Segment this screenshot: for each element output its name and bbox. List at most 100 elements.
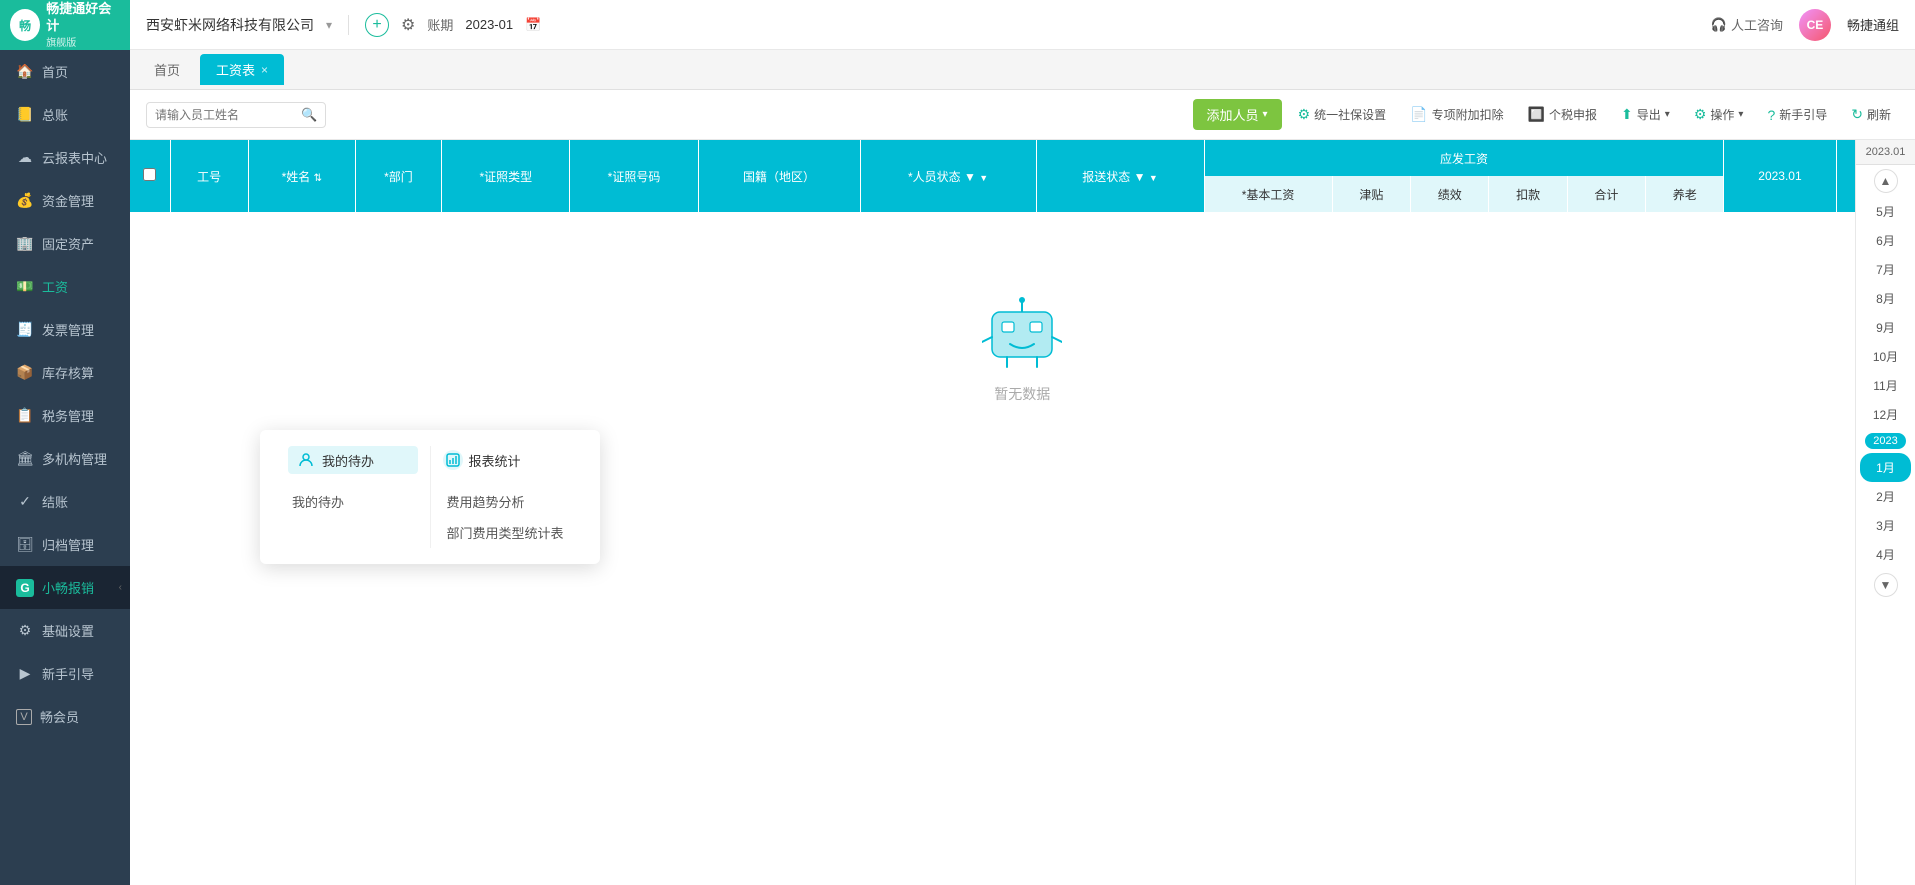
social-insurance-button[interactable]: ⚙ 统一社保设置 bbox=[1290, 102, 1395, 127]
export-label: 导出 bbox=[1637, 106, 1661, 123]
search-input[interactable] bbox=[155, 108, 295, 122]
sidebar-item-archive[interactable]: 🗄 归档管理 bbox=[0, 523, 130, 566]
personal-tax-button[interactable]: 🔲 个税申报 bbox=[1520, 102, 1605, 127]
closing-icon: ✓ bbox=[16, 493, 34, 511]
period-value: 2023-01 bbox=[465, 17, 513, 32]
sidebar-item-ledger[interactable]: 📒 总账 bbox=[0, 93, 130, 136]
salary-icon: 💵 bbox=[16, 278, 34, 296]
tab-home[interactable]: 首页 bbox=[138, 54, 196, 85]
month-panel-header: 2023.01 bbox=[1856, 140, 1915, 165]
fund-icon: 💰 bbox=[16, 192, 34, 210]
bonus-header: 绩效 bbox=[1411, 176, 1489, 212]
settings-icon: ⚙ bbox=[16, 622, 34, 640]
submenu-report-label: 报表统计 bbox=[469, 451, 521, 470]
app-subtitle: 旗舰版 bbox=[46, 34, 120, 49]
sidebar-item-fund[interactable]: 💰 资金管理 bbox=[0, 179, 130, 222]
dept-header[interactable]: *部门 bbox=[355, 140, 441, 212]
calendar-icon[interactable]: 📅 bbox=[525, 17, 541, 33]
sidebar-item-salary[interactable]: 💵 工资 bbox=[0, 265, 130, 308]
export-dropdown-icon: ▾ bbox=[1665, 109, 1670, 120]
export-button[interactable]: ⬆ 导出 ▾ bbox=[1613, 102, 1678, 127]
archive-icon: 🗄 bbox=[16, 536, 34, 554]
customer-service-button[interactable]: 🎧 人工咨询 bbox=[1711, 15, 1783, 34]
month-item-7[interactable]: 7月 bbox=[1856, 255, 1915, 284]
month-item-2[interactable]: 2月 bbox=[1856, 482, 1915, 511]
submenu-item-cost-trend[interactable]: 费用趋势分析 bbox=[443, 486, 573, 517]
tab-close-button[interactable]: × bbox=[261, 63, 268, 77]
checkbox-header[interactable] bbox=[130, 140, 170, 212]
month-item-9[interactable]: 9月 bbox=[1856, 313, 1915, 342]
tab-salary-label: 工资表 bbox=[216, 60, 255, 79]
id-no-header[interactable]: *证照号码 bbox=[570, 140, 698, 212]
name-header[interactable]: *姓名 bbox=[248, 140, 355, 212]
month-item-8[interactable]: 8月 bbox=[1856, 284, 1915, 313]
submenu-item-my-todo[interactable]: 我的待办 bbox=[288, 486, 418, 517]
month-item-1-active[interactable]: 1月 bbox=[1860, 453, 1911, 482]
sidebar-item-fixed-assets[interactable]: 🏢 固定资产 bbox=[0, 222, 130, 265]
sidebar-item-multi-org[interactable]: 🏛 多机构管理 bbox=[0, 437, 130, 480]
sidebar-item-new-guide[interactable]: ▶ 新手引导 bbox=[0, 652, 130, 695]
submenu-report-title[interactable]: 报表统计 bbox=[443, 446, 573, 474]
sidebar-item-invoice[interactable]: 🧾 发票管理 bbox=[0, 308, 130, 351]
add-people-button[interactable]: 添加人员 ▾ bbox=[1193, 99, 1282, 130]
settings-button[interactable]: ⚙ bbox=[401, 15, 415, 35]
emp-no-header[interactable]: 工号 bbox=[170, 140, 248, 212]
month-item-12[interactable]: 12月 bbox=[1856, 400, 1915, 429]
company-dropdown-icon[interactable]: ▾ bbox=[326, 18, 332, 32]
submenu-item-dept-cost[interactable]: 部门费用类型统计表 bbox=[443, 517, 573, 548]
search-wrapper[interactable]: 🔍 bbox=[146, 102, 326, 128]
app-logo: 畅 畅捷通好会计 旗舰版 bbox=[0, 0, 130, 50]
sidebar-item-label: 归档管理 bbox=[42, 535, 94, 554]
personal-tax-label: 个税申报 bbox=[1549, 106, 1597, 123]
empty-state-icon bbox=[982, 292, 1062, 372]
headset-icon: 🎧 bbox=[1711, 17, 1727, 33]
sidebar-item-inventory[interactable]: 📦 库存核算 bbox=[0, 351, 130, 394]
refresh-button[interactable]: ↻ 刷新 bbox=[1843, 102, 1899, 127]
sidebar-item-label: 总账 bbox=[42, 105, 68, 124]
sidebar-item-label: 首页 bbox=[42, 62, 68, 81]
cloud-icon: ☁ bbox=[16, 149, 34, 167]
month-item-10[interactable]: 10月 bbox=[1856, 342, 1915, 371]
tax-icon: 📋 bbox=[16, 407, 34, 425]
month-prev-button[interactable]: ▲ bbox=[1874, 169, 1898, 193]
id-type-header[interactable]: *证照类型 bbox=[442, 140, 570, 212]
deduction-label: 扣款 bbox=[1516, 188, 1540, 202]
add-company-button[interactable]: + bbox=[365, 13, 389, 37]
new-guide-button[interactable]: ? 新手引导 bbox=[1759, 102, 1835, 127]
sidebar-item-cloud-report[interactable]: ☁ 云报表中心 bbox=[0, 136, 130, 179]
tab-salary[interactable]: 工资表 × bbox=[200, 54, 284, 85]
country-header[interactable]: 国籍（地区） bbox=[698, 140, 860, 212]
base-salary-header: *基本工资 bbox=[1204, 176, 1332, 212]
social-insurance-label: 统一社保设置 bbox=[1314, 106, 1386, 123]
submenu-todo-title[interactable]: 我的待办 bbox=[288, 446, 418, 474]
base-salary-label: *基本工资 bbox=[1242, 188, 1295, 202]
month-item-6[interactable]: 6月 bbox=[1856, 226, 1915, 255]
special-deduction-button[interactable]: 📄 专项附加扣除 bbox=[1402, 102, 1511, 127]
empty-text: 暂无数据 bbox=[994, 384, 1050, 404]
month-item-11[interactable]: 11月 bbox=[1856, 371, 1915, 400]
subsidy-label: 津贴 bbox=[1359, 188, 1383, 202]
sidebar-item-label: 云报表中心 bbox=[42, 148, 107, 167]
month-panel-title: 2023.01 bbox=[1866, 146, 1906, 158]
month-item-5[interactable]: 5月 bbox=[1856, 197, 1915, 226]
country-label: 国籍（地区） bbox=[743, 170, 815, 184]
month-item-3[interactable]: 3月 bbox=[1856, 511, 1915, 540]
sidebar-item-xiaochang[interactable]: G 小畅报销 ‹ bbox=[0, 566, 130, 609]
sidebar-item-label: 固定资产 bbox=[42, 234, 94, 253]
select-all-checkbox[interactable] bbox=[143, 168, 156, 181]
refresh-label: 刷新 bbox=[1867, 106, 1891, 123]
sidebar-item-home[interactable]: 🏠 首页 bbox=[0, 50, 130, 93]
report-status-header[interactable]: 报送状态 ▼ bbox=[1036, 140, 1204, 212]
sidebar-item-member[interactable]: V 畅会员 bbox=[0, 695, 130, 738]
sidebar-item-closing[interactable]: ✓ 结账 bbox=[0, 480, 130, 523]
sidebar-item-label: 税务管理 bbox=[42, 406, 94, 425]
status-header[interactable]: *人员状态 ▼ bbox=[860, 140, 1036, 212]
topbar-divider bbox=[348, 15, 349, 35]
operation-button[interactable]: ⚙ 操作 ▾ bbox=[1686, 102, 1752, 127]
ledger-icon: 📒 bbox=[16, 106, 34, 124]
sidebar-item-basic-settings[interactable]: ⚙ 基础设置 bbox=[0, 609, 130, 652]
month-next-button[interactable]: ▼ bbox=[1874, 573, 1898, 597]
sidebar-item-tax[interactable]: 📋 税务管理 bbox=[0, 394, 130, 437]
month-item-4[interactable]: 4月 bbox=[1856, 540, 1915, 569]
submenu-sections: 我的待办 我的待办 报表统计 费用趋势分析 bbox=[276, 446, 584, 548]
